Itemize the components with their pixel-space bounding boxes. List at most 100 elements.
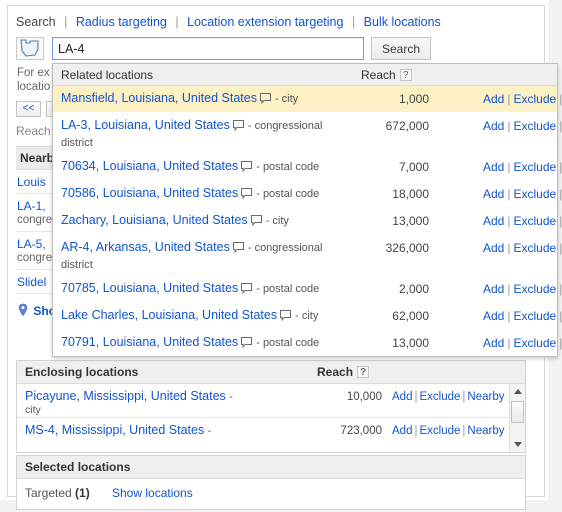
nearby-location-link[interactable]: Louis [17,175,46,189]
action-separator: | [559,187,562,201]
location-type: - city [265,215,289,227]
targeted-count: (1) [75,486,90,500]
location-name-cell: 70586, Louisiana, United States - postal … [61,186,351,203]
help-icon[interactable]: ? [357,366,370,378]
exclude-link[interactable]: Exclude [513,119,556,133]
location-link[interactable]: Picayune, Mississippi, United States [25,389,226,403]
search-button[interactable]: Search [371,37,431,60]
nearby-link[interactable]: Nearby [467,425,504,437]
table-row[interactable]: 70634, Louisiana, United States - postal … [53,154,562,181]
table-row[interactable]: AR-4, Arkansas, United States - congressi… [53,235,562,276]
table-row[interactable]: LA-3, Louisiana, United States - congress… [53,113,562,154]
add-link[interactable]: Add [483,282,504,296]
exclude-link[interactable]: Exclude [513,187,556,201]
add-link[interactable]: Add [483,214,504,228]
targeting-mode-nav: Search | Radius targeting | Location ext… [16,14,441,30]
map-preview-bubble-icon[interactable] [232,242,244,257]
location-type: - postal code [256,337,320,349]
scrollbar-thumb[interactable] [511,401,524,423]
table-row[interactable]: Picayune, Mississippi, United States - c… [17,384,525,418]
add-link[interactable]: Add [483,160,504,174]
nav-item-radius-targeting[interactable]: Radius targeting [76,15,167,29]
table-row[interactable]: 70791, Louisiana, United States - postal … [53,330,562,356]
table-row[interactable]: 70785, Louisiana, United States - postal … [53,276,562,303]
map-preview-bubble-icon[interactable] [241,161,253,176]
location-link[interactable]: Zachary, Louisiana, United States [61,213,248,227]
pager-prev-button[interactable]: << [16,101,41,117]
reach-value: 10,000 [346,391,382,403]
scroll-down-arrow-icon[interactable] [510,437,525,452]
scroll-up-arrow-icon[interactable] [510,384,525,399]
add-link[interactable]: Add [392,425,412,437]
location-name-cell: 70791, Louisiana, United States - postal … [61,335,351,352]
enclosing-list: Picayune, Mississippi, United States - c… [17,384,525,452]
map-preview-bubble-icon[interactable] [232,120,244,135]
location-link[interactable]: 70634, Louisiana, United States [61,159,238,173]
enclosing-scrollbar[interactable] [509,384,525,452]
location-link[interactable]: LA-3, Louisiana, United States [61,118,230,132]
table-row[interactable]: Zachary, Louisiana, United States - city … [53,208,562,235]
add-link[interactable]: Add [483,336,504,350]
table-row[interactable]: 70586, Louisiana, United States - postal … [53,181,562,208]
row-actions: Add|Exclude|Nearby [483,282,562,296]
selected-body: Targeted (1) Show locations [17,479,525,509]
location-link[interactable]: 70791, Louisiana, United States [61,335,238,349]
action-separator: | [559,160,562,174]
nearby-location-link[interactable]: LA-5, [17,237,46,251]
help-icon[interactable]: ? [399,69,412,81]
exclude-link[interactable]: Exclude [419,391,460,403]
location-type: - postal code [256,188,320,200]
nearby-location-link[interactable]: LA-1, [17,199,46,213]
row-actions: Add|Exclude|Nearby [483,187,562,201]
add-link[interactable]: Add [483,187,504,201]
location-link[interactable]: 70586, Louisiana, United States [61,186,238,200]
location-name-cell: Zachary, Louisiana, United States - city [61,213,351,230]
nav-item-search[interactable]: Search [16,15,56,29]
exclude-link[interactable]: Exclude [513,241,556,255]
search-input-wrapper[interactable] [52,37,364,60]
location-link[interactable]: Lake Charles, Louisiana, United States [61,308,277,322]
map-pin-icon [18,303,28,320]
exclude-link[interactable]: Exclude [419,425,460,437]
map-preview-bubble-icon[interactable] [280,310,292,325]
action-separator: | [559,336,562,350]
exclude-link[interactable]: Exclude [513,282,556,296]
exclude-link[interactable]: Exclude [513,336,556,350]
action-separator: | [559,241,562,255]
nav-separator: | [351,15,356,29]
add-link[interactable]: Add [483,119,504,133]
exclude-link[interactable]: Exclude [513,160,556,174]
exclude-link[interactable]: Exclude [513,309,556,323]
exclude-link[interactable]: Exclude [513,92,556,106]
related-locations-dropdown: Related locations Reach? Mansfield, Loui… [52,63,562,357]
table-row[interactable]: Lake Charles, Louisiana, United States - … [53,303,562,330]
search-input[interactable] [53,38,363,59]
exclude-link[interactable]: Exclude [513,214,556,228]
map-preview-bubble-icon[interactable] [241,337,253,352]
nearby-link[interactable]: Nearby [467,391,504,403]
dropdown-header-title: Related locations [61,68,154,82]
show-locations-link[interactable]: Show locations [112,486,193,500]
location-link[interactable]: MS-4, Mississippi, United States [25,423,204,437]
nearby-location-link[interactable]: Slidel [17,275,46,289]
map-preview-bubble-icon[interactable] [250,215,262,230]
location-link[interactable]: Mansfield, Louisiana, United States [61,91,257,105]
reach-text: Reach [361,68,396,82]
add-link[interactable]: Add [392,391,412,403]
map-preview-bubble-icon[interactable] [241,188,253,203]
nav-item-bulk-locations[interactable]: Bulk locations [364,15,441,29]
add-link[interactable]: Add [483,241,504,255]
map-preview-bubble-icon[interactable] [241,283,253,298]
dropdown-header: Related locations Reach? [53,64,557,86]
type-dash: - [229,391,233,403]
table-row[interactable]: MS-4, Mississippi, United States - 723,0… [17,418,525,451]
map-preview-bubble-icon[interactable] [259,93,271,108]
add-link[interactable]: Add [483,92,504,106]
nav-item-location-extension-targeting[interactable]: Location extension targeting [187,15,343,29]
table-row[interactable]: Mansfield, Louisiana, United States - cit… [53,86,562,113]
location-link[interactable]: 70785, Louisiana, United States [61,281,238,295]
reach-value: 672,000 [385,119,429,133]
add-link[interactable]: Add [483,309,504,323]
reach-value: 1,000 [398,92,429,106]
location-link[interactable]: AR-4, Arkansas, United States [61,240,230,254]
